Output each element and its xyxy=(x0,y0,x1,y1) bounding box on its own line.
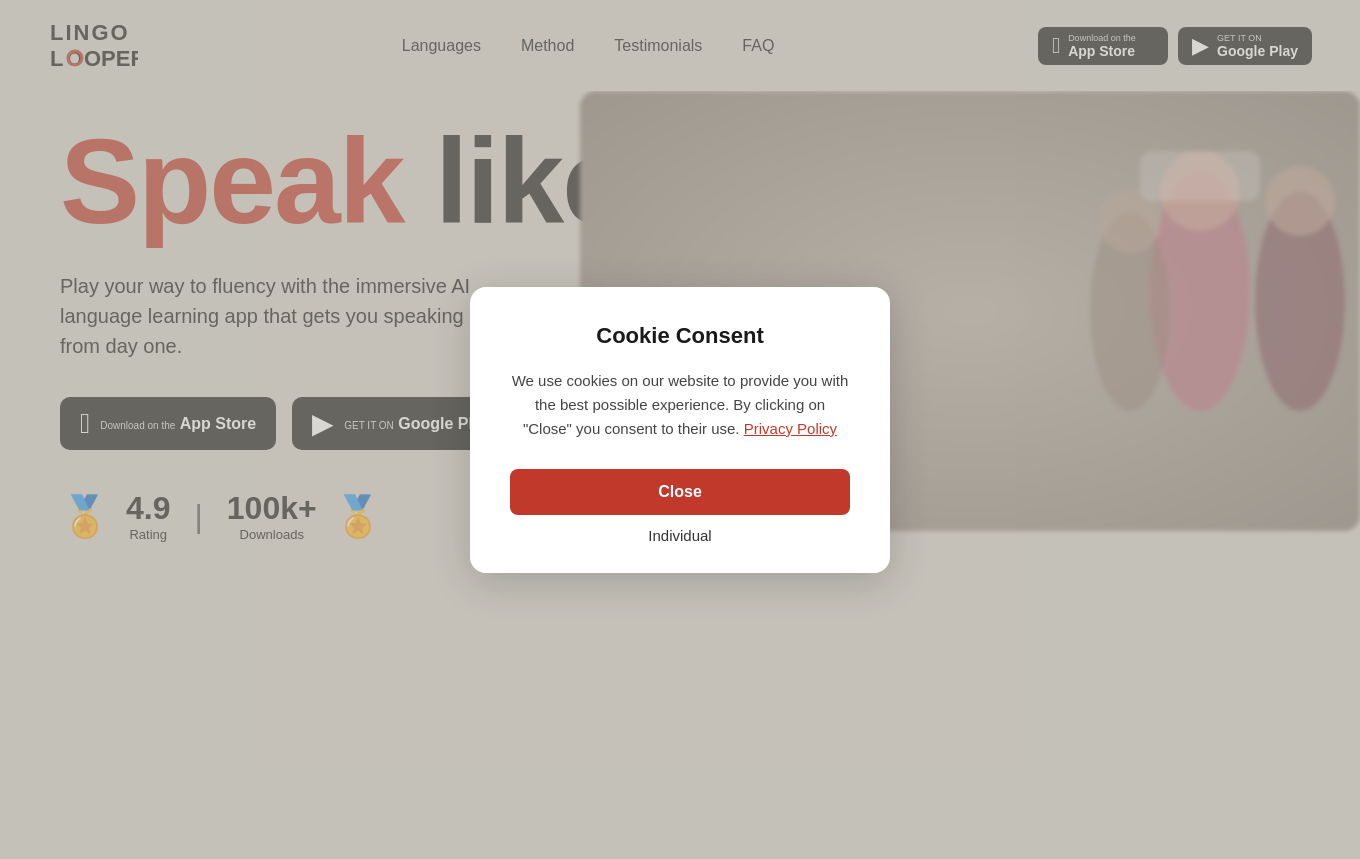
privacy-policy-link[interactable]: Privacy Policy xyxy=(744,420,837,437)
modal-body: We use cookies on our website to provide… xyxy=(510,369,850,441)
modal-close-button[interactable]: Close xyxy=(510,469,850,515)
modal-overlay: Cookie Consent We use cookies on our web… xyxy=(0,0,1360,859)
cookie-modal: Cookie Consent We use cookies on our web… xyxy=(470,287,890,573)
modal-title: Cookie Consent xyxy=(510,323,850,349)
modal-individual-button[interactable]: Individual xyxy=(648,527,711,544)
